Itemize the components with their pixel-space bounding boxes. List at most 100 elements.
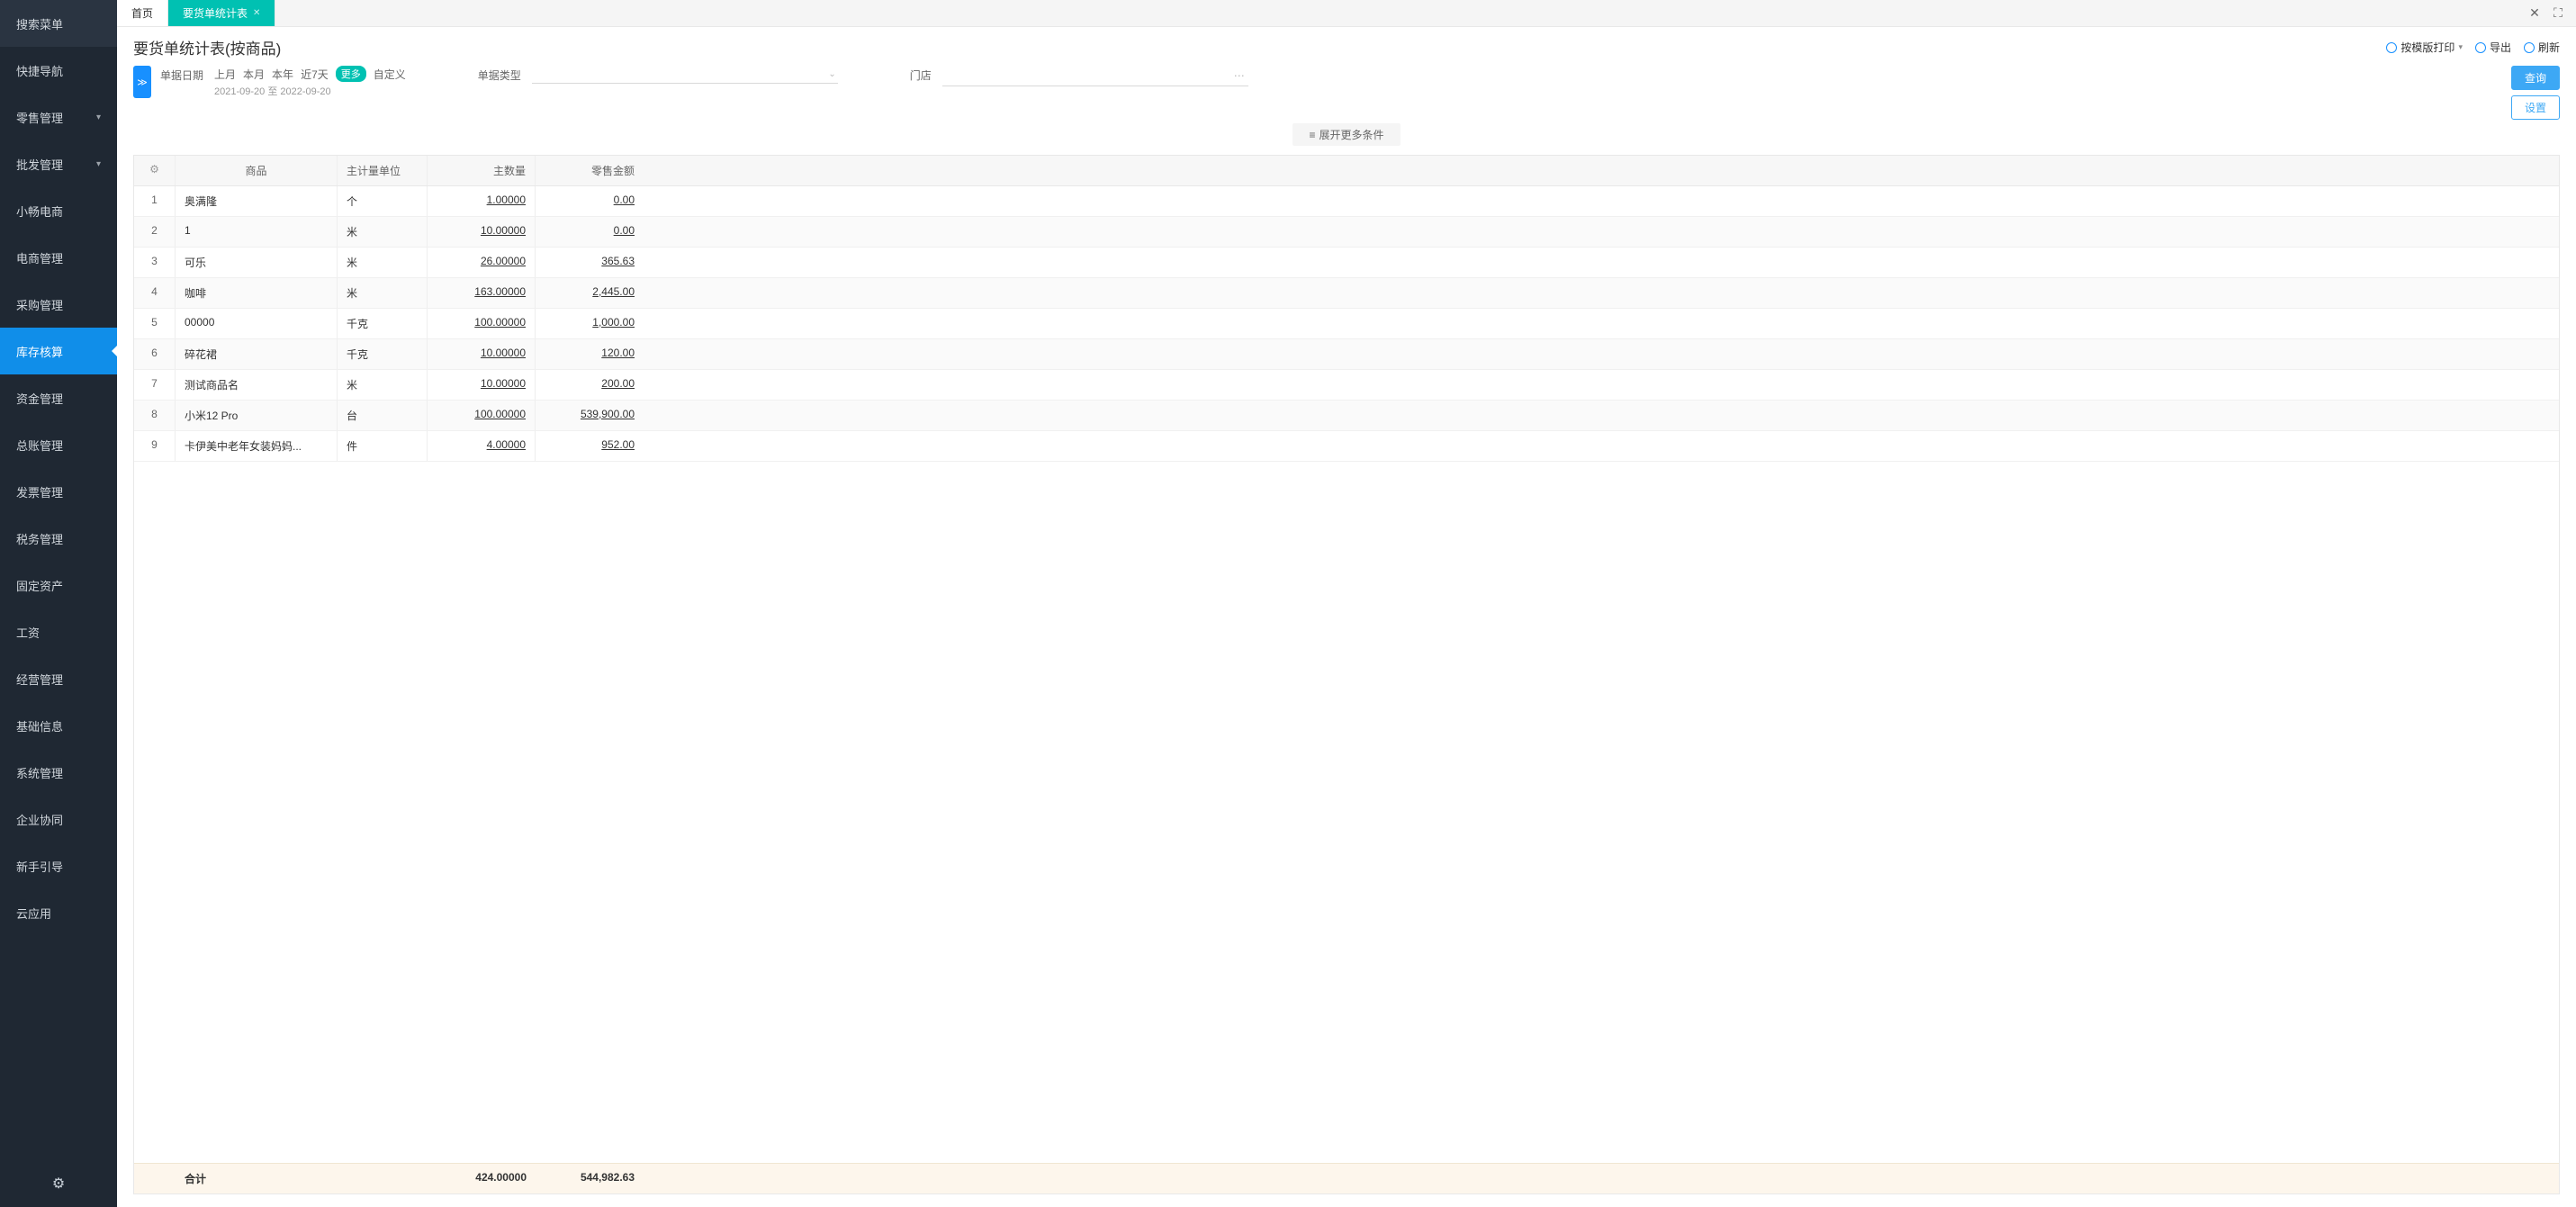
date-last-month[interactable]: 上月 (214, 67, 236, 82)
cell-amount[interactable]: 2,445.00 (536, 278, 644, 308)
table-row[interactable]: 3可乐米26.00000365.63 (134, 248, 2559, 278)
ellipsis-icon: ⋯ (1234, 69, 1247, 82)
sidebar-item-12[interactable]: 固定资产 (0, 562, 117, 608)
refresh-icon (2524, 42, 2535, 53)
date-more-badge[interactable]: 更多 (336, 66, 366, 82)
cell-unit: 台 (338, 401, 428, 430)
table-row[interactable]: 7测试商品名米10.00000200.00 (134, 370, 2559, 401)
cell-amount[interactable]: 120.00 (536, 339, 644, 369)
cell-amount[interactable]: 200.00 (536, 370, 644, 400)
refresh-button[interactable]: 刷新 (2524, 40, 2560, 55)
sidebar-item-10[interactable]: 发票管理 (0, 468, 117, 515)
sidebar-item-18[interactable]: 新手引导 (0, 842, 117, 889)
table-row[interactable]: 4咖啡米163.000002,445.00 (134, 278, 2559, 309)
cell-qty[interactable]: 163.00000 (428, 278, 536, 308)
cell-qty[interactable]: 26.00000 (428, 248, 536, 277)
cell-qty[interactable]: 1.00000 (428, 186, 536, 216)
table-row[interactable]: 21米10.000000.00 (134, 217, 2559, 248)
column-settings[interactable]: ⚙ (134, 156, 176, 185)
double-chevron-down-icon: ≡ (1309, 129, 1315, 141)
sidebar-item-13[interactable]: 工资 (0, 608, 117, 655)
cell-unit: 个 (338, 186, 428, 216)
expand-more-filters[interactable]: ≡ 展开更多条件 (1293, 123, 1400, 146)
sidebar-item-3[interactable]: 批发管理▾ (0, 140, 117, 187)
sidebar-item-label: 固定资产 (16, 577, 63, 594)
footer-amount: 544,982.63 (536, 1164, 644, 1193)
gear-icon: ⚙ (149, 163, 159, 176)
cell-qty[interactable]: 100.00000 (428, 309, 536, 338)
cell-qty[interactable]: 10.00000 (428, 217, 536, 247)
cell-unit: 千克 (338, 339, 428, 369)
col-unit[interactable]: 主计量单位 (338, 156, 428, 185)
col-qty[interactable]: 主数量 (428, 156, 536, 185)
cell-amount[interactable]: 1,000.00 (536, 309, 644, 338)
collapse-filter-handle[interactable]: ≫ (133, 66, 151, 98)
footer-label: 合计 (176, 1164, 338, 1193)
tab-1[interactable]: 要货单统计表✕ (168, 0, 275, 26)
cell-qty[interactable]: 10.00000 (428, 370, 536, 400)
cell-amount[interactable]: 0.00 (536, 186, 644, 216)
sidebar-item-8[interactable]: 资金管理 (0, 374, 117, 421)
print-by-template-button[interactable]: 按模版打印 ▾ (2386, 40, 2463, 55)
row-index: 5 (134, 309, 176, 338)
col-amount[interactable]: 零售金额 (536, 156, 644, 185)
cell-amount[interactable]: 539,900.00 (536, 401, 644, 430)
table-row[interactable]: 8小米12 Pro台100.00000539,900.00 (134, 401, 2559, 431)
close-icon[interactable]: ✕ (253, 8, 260, 18)
col-product[interactable]: 商品 (176, 156, 338, 185)
cell-product: 可乐 (176, 248, 338, 277)
sidebar-item-7[interactable]: 库存核算 (0, 328, 117, 374)
settings-gear-icon[interactable]: ⚙ (52, 1176, 65, 1192)
sidebar-item-label: 批发管理 (16, 156, 63, 173)
fullscreen-icon[interactable]: ⛶ (2549, 5, 2567, 23)
sidebar-item-label: 工资 (16, 624, 40, 641)
sidebar-item-6[interactable]: 采购管理 (0, 281, 117, 328)
page-title: 要货单统计表(按商品) (133, 36, 281, 59)
sidebar-item-19[interactable]: 云应用 (0, 889, 117, 936)
export-button[interactable]: 导出 (2475, 40, 2511, 55)
store-label: 门店 (910, 66, 932, 83)
sidebar-item-label: 云应用 (16, 905, 51, 922)
sidebar-item-16[interactable]: 系统管理 (0, 749, 117, 796)
sidebar-item-15[interactable]: 基础信息 (0, 702, 117, 749)
sidebar-item-5[interactable]: 电商管理 (0, 234, 117, 281)
sidebar-item-2[interactable]: 零售管理▾ (0, 94, 117, 140)
filter-settings-button[interactable]: 设置 (2511, 95, 2560, 120)
cell-unit: 件 (338, 431, 428, 461)
date-custom[interactable]: 自定义 (374, 67, 406, 82)
table-row[interactable]: 9卡伊美中老年女装妈妈...件4.00000952.00 (134, 431, 2559, 462)
sidebar-item-label: 经营管理 (16, 671, 63, 688)
sidebar-item-1[interactable]: 快捷导航 (0, 47, 117, 94)
tab-0[interactable]: 首页 (117, 0, 168, 26)
date-last7[interactable]: 近7天 (301, 67, 329, 82)
sidebar-item-label: 税务管理 (16, 530, 63, 547)
table-row[interactable]: 6碎花裙千克10.00000120.00 (134, 339, 2559, 370)
date-this-month[interactable]: 本月 (243, 67, 265, 82)
date-filter-label: 单据日期 (160, 66, 203, 83)
table-row[interactable]: 1奥满隆个1.000000.00 (134, 186, 2559, 217)
cell-amount[interactable]: 0.00 (536, 217, 644, 247)
cell-amount[interactable]: 952.00 (536, 431, 644, 461)
bill-type-select[interactable]: ⌄ (532, 66, 838, 84)
close-all-tabs-icon[interactable]: ✕ (2526, 5, 2544, 23)
filter-section: ≫ 单据日期 上月 本月 本年 近7天 更多 自定义 (117, 66, 2576, 155)
sidebar-item-17[interactable]: 企业协同 (0, 796, 117, 842)
sidebar-item-4[interactable]: 小畅电商 (0, 187, 117, 234)
sidebar-item-label: 库存核算 (16, 343, 63, 360)
export-label: 导出 (2490, 40, 2511, 55)
sidebar-item-9[interactable]: 总账管理 (0, 421, 117, 468)
cell-amount[interactable]: 365.63 (536, 248, 644, 277)
table-row[interactable]: 500000千克100.000001,000.00 (134, 309, 2559, 339)
date-this-year[interactable]: 本年 (272, 67, 293, 82)
sidebar-item-0[interactable]: 搜索菜单 (0, 0, 117, 47)
query-button[interactable]: 查询 (2511, 66, 2560, 90)
refresh-label: 刷新 (2538, 40, 2560, 55)
sidebar-item-11[interactable]: 税务管理 (0, 515, 117, 562)
cell-qty[interactable]: 100.00000 (428, 401, 536, 430)
cell-qty[interactable]: 4.00000 (428, 431, 536, 461)
sidebar-item-14[interactable]: 经营管理 (0, 655, 117, 702)
store-select[interactable]: ⋯ (942, 66, 1248, 86)
tab-bar-right: ✕ ⛶ (2517, 0, 2576, 26)
row-index: 1 (134, 186, 176, 216)
cell-qty[interactable]: 10.00000 (428, 339, 536, 369)
